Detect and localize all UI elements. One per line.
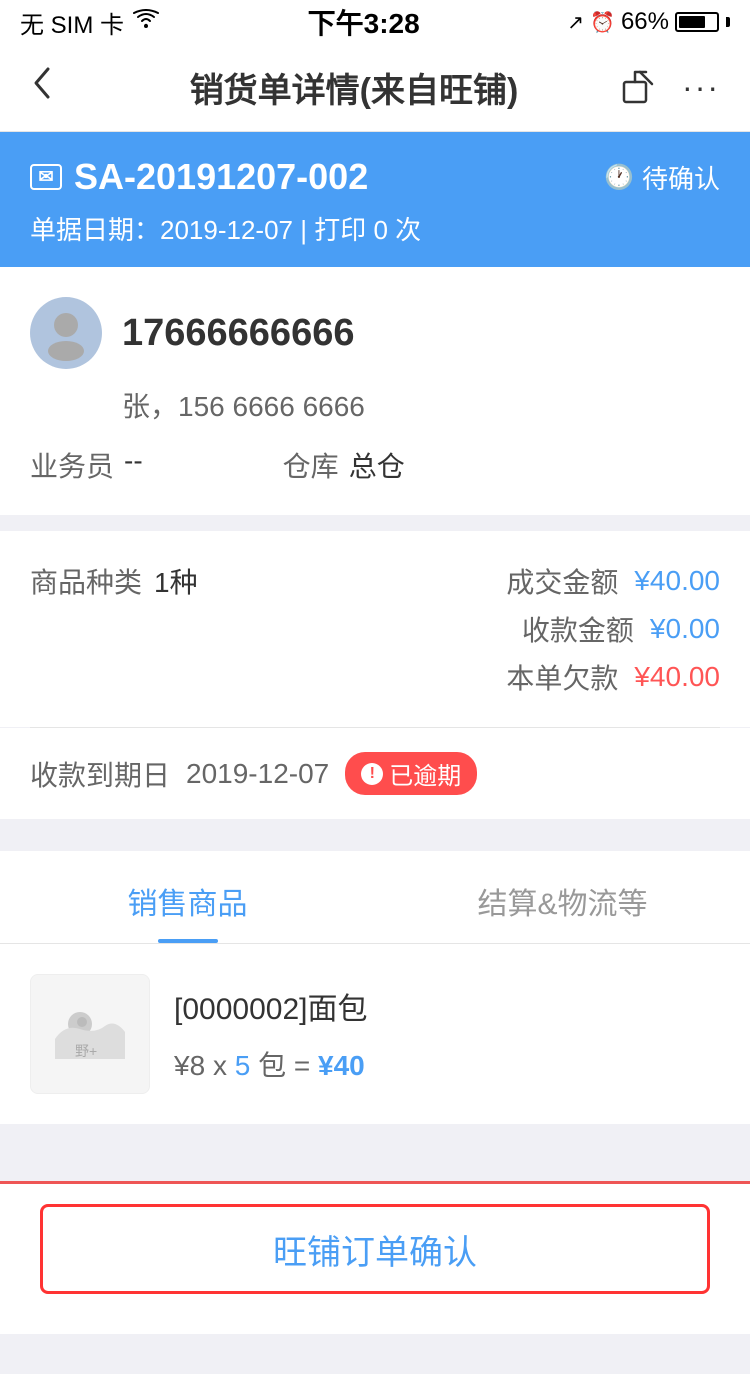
customer-meta: 业务员 -- 仓库 总仓 [30, 445, 720, 485]
location-icon: ↗ [567, 10, 584, 35]
tab-settlement[interactable]: 结算&物流等 [375, 851, 750, 943]
deal-amount-label: 成交金额 [506, 561, 618, 601]
price-total: ¥40 [318, 1050, 365, 1081]
product-thumbnail: 野+ [30, 974, 150, 1094]
clock-icon: 🕐 [604, 163, 634, 192]
warehouse-label: 仓库 [283, 445, 339, 485]
confirm-order-button[interactable]: 旺铺订单确认 [40, 1204, 710, 1294]
nav-actions: ··· [618, 66, 720, 110]
customer-name: 张，156 6666 6666 [122, 385, 720, 425]
overdue-icon: ! [361, 763, 383, 785]
overdue-text: 已逾期 [389, 756, 461, 791]
due-value: ¥40.00 [634, 661, 720, 693]
status-icons: ↗ ⏰ 66% [567, 8, 730, 36]
due-date-section: 收款到期日 2019-12-07 ! 已逾期 [0, 728, 750, 819]
summary-right: 成交金额 ¥40.00 收款金额 ¥0.00 本单欠款 ¥40.00 [506, 561, 720, 697]
tabs-row: 销售商品 结算&物流等 [0, 851, 750, 944]
back-button[interactable] [30, 63, 90, 113]
product-info: [0000002]面包 ¥8 x 5 包 = ¥40 [174, 984, 367, 1084]
svg-text:野+: 野+ [75, 1043, 97, 1059]
due-date-value: 2019-12-07 [186, 758, 329, 790]
tab-sales-goods[interactable]: 销售商品 [0, 851, 375, 943]
order-date: 单据日期：2019-12-07 | 打印 0 次 [30, 210, 720, 247]
order-status: 🕐 待确认 [604, 159, 720, 196]
status-time: 下午3:28 [308, 2, 420, 42]
status-carrier-wifi: 无 SIM 卡 [20, 5, 160, 40]
summary-section: 商品种类 1种 成交金额 ¥40.00 收款金额 ¥0.00 本单欠款 ¥40.… [0, 531, 750, 727]
product-thumb-svg: 野+ [50, 1004, 130, 1064]
more-button[interactable]: ··· [682, 69, 720, 106]
summary-left: 商品种类 1种 [30, 561, 198, 605]
salesperson-item: 业务员 -- [30, 445, 143, 485]
customer-section: 17666666666 张，156 6666 6666 业务员 -- 仓库 总仓 [0, 267, 750, 515]
unit-price: ¥8 [174, 1050, 205, 1081]
avatar [30, 297, 102, 369]
divider-1 [0, 515, 750, 531]
carrier-text: 无 SIM 卡 [20, 5, 124, 40]
battery-icon [675, 12, 719, 32]
product-type-label: 商品种类 [30, 561, 142, 601]
due-label: 本单欠款 [506, 657, 618, 697]
overdue-badge: ! 已逾期 [345, 752, 477, 795]
battery-percent: 66% [621, 8, 669, 36]
salesperson-label: 业务员 [30, 445, 114, 485]
qty: 5 [235, 1050, 251, 1081]
received-value: ¥0.00 [650, 613, 720, 645]
order-id: ✉ SA-20191207-002 [30, 156, 368, 198]
page-title: 销货单详情(来自旺铺) [190, 63, 519, 112]
confirm-btn-container: 旺铺订单确认 [0, 1181, 750, 1334]
tab-indicator [158, 939, 218, 943]
alarm-icon: ⏰ [590, 10, 615, 35]
due-date-label: 收款到期日 [30, 754, 170, 794]
product-name: [0000002]面包 [174, 984, 367, 1028]
deal-amount-value: ¥40.00 [634, 565, 720, 597]
share-button[interactable] [618, 66, 662, 110]
status-bar: 无 SIM 卡 下午3:28 ↗ ⏰ 66% [0, 0, 750, 44]
battery-tip [726, 17, 730, 27]
divider-2 [0, 819, 750, 835]
warehouse-value: 总仓 [349, 445, 405, 485]
received-label: 收款金额 [522, 609, 634, 649]
order-header: ✉ SA-20191207-002 🕐 待确认 单据日期：2019-12-07 … [0, 132, 750, 267]
customer-phone: 17666666666 [122, 312, 354, 355]
warehouse-item: 仓库 总仓 [283, 445, 405, 485]
product-type-value: 1种 [154, 561, 198, 601]
wifi-icon [132, 8, 160, 36]
nav-bar: 销货单详情(来自旺铺) ··· [0, 44, 750, 132]
product-item: 野+ [0000002]面包 ¥8 x 5 包 = ¥40 [0, 944, 750, 1124]
salesperson-value: -- [124, 445, 143, 485]
order-id-icon: ✉ [30, 164, 62, 190]
product-price-row: ¥8 x 5 包 = ¥40 [174, 1044, 367, 1084]
tabs-section: 销售商品 结算&物流等 野+ [0000002]面包 ¥8 x 5 包 = [0, 851, 750, 1124]
